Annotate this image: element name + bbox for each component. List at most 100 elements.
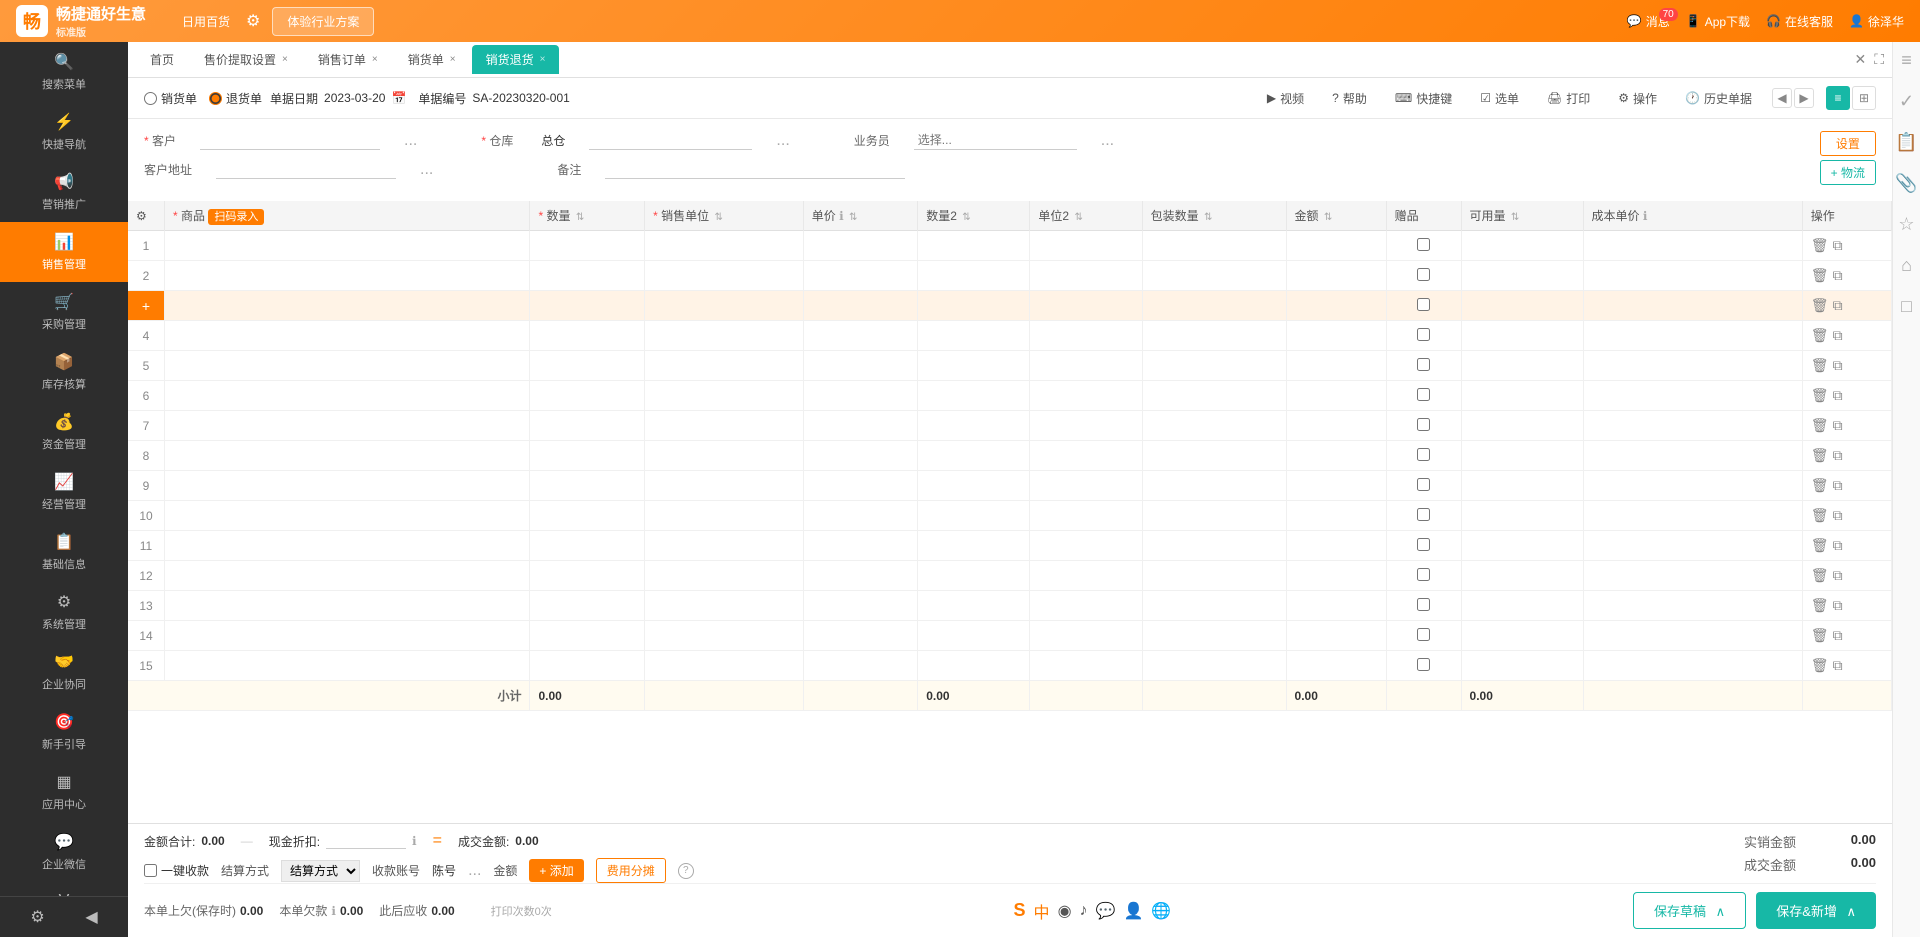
unit2-cell[interactable] xyxy=(1030,381,1142,411)
app-download-button[interactable]: 📱 App下载 xyxy=(1686,13,1750,30)
sales-unit-cell[interactable] xyxy=(645,531,804,561)
product-cell[interactable] xyxy=(165,441,530,471)
product-cell[interactable] xyxy=(165,351,530,381)
settings-bottom-icon[interactable]: ⚙ xyxy=(30,907,44,927)
sidebar-item-operations[interactable]: 📈 经营管理 xyxy=(0,462,128,522)
sidebar-item-purchase[interactable]: 🛒 采购管理 xyxy=(0,282,128,342)
unit2-cell[interactable] xyxy=(1030,351,1142,381)
pack-qty-cell[interactable] xyxy=(1142,291,1286,321)
copy-row-icon[interactable]: ⧉ xyxy=(1833,297,1843,314)
qty-cell[interactable] xyxy=(530,471,645,501)
calc-method-select[interactable]: 结算方式 xyxy=(281,860,360,882)
sales-unit-cell[interactable] xyxy=(645,291,804,321)
tab-close-price-settings[interactable]: × xyxy=(282,54,288,65)
gift-checkbox[interactable] xyxy=(1417,298,1430,311)
tab-sales-slip[interactable]: 销货单 × xyxy=(394,45,470,74)
right-icon-3[interactable]: 📋 xyxy=(1895,132,1917,153)
unit-price-cell[interactable] xyxy=(803,291,917,321)
qty-cell[interactable] xyxy=(530,561,645,591)
tab-close-sales-order[interactable]: × xyxy=(372,54,378,65)
one-click-pay[interactable]: 一键收款 xyxy=(144,862,209,879)
sales-unit-cell[interactable] xyxy=(645,261,804,291)
sales-unit-cell[interactable] xyxy=(645,471,804,501)
unit2-cell[interactable] xyxy=(1030,561,1142,591)
unit2-cell[interactable] xyxy=(1030,621,1142,651)
unit-price-cell[interactable] xyxy=(803,531,917,561)
salesperson-input[interactable] xyxy=(914,131,1077,150)
sidebar-item-system[interactable]: ⚙ 系统管理 xyxy=(0,582,128,642)
pack-qty-cell[interactable] xyxy=(1142,621,1286,651)
delete-row-icon[interactable]: 🗑 xyxy=(1811,357,1829,374)
unit-price-cell[interactable] xyxy=(803,261,917,291)
operation-btn[interactable]: ⚙ 操作 xyxy=(1610,87,1665,110)
th-settings[interactable]: ⚙ xyxy=(128,201,165,231)
scan-btn[interactable]: 扫码录入 xyxy=(208,209,264,225)
sidebar-item-basic[interactable]: 📋 基础信息 xyxy=(0,522,128,582)
amount-cell[interactable] xyxy=(1286,621,1386,651)
pack-qty-cell[interactable] xyxy=(1142,321,1286,351)
sort-qty-icon[interactable]: ⇅ xyxy=(576,212,584,223)
qty-cell[interactable] xyxy=(530,531,645,561)
available-cell[interactable] xyxy=(1461,471,1583,501)
sales-unit-cell[interactable] xyxy=(645,321,804,351)
unit2-cell[interactable] xyxy=(1030,501,1142,531)
cost-unit-cell[interactable] xyxy=(1583,291,1802,321)
customer-input[interactable] xyxy=(200,131,380,150)
sort-avail-icon[interactable]: ⇅ xyxy=(1511,212,1519,223)
tab-sales-return[interactable]: 销货退货 × xyxy=(472,45,560,74)
cost-unit-cell[interactable] xyxy=(1583,651,1802,681)
copy-row-icon[interactable]: ⧉ xyxy=(1833,657,1843,674)
product-cell[interactable] xyxy=(165,231,530,261)
gift-checkbox[interactable] xyxy=(1417,418,1430,431)
unit-price-cell[interactable] xyxy=(803,351,917,381)
right-icon-5[interactable]: ☆ xyxy=(1898,214,1914,235)
qty-cell[interactable] xyxy=(530,231,645,261)
cost-unit-cell[interactable] xyxy=(1583,561,1802,591)
sales-unit-cell[interactable] xyxy=(645,381,804,411)
qty2-cell[interactable] xyxy=(918,561,1030,591)
qty2-cell[interactable] xyxy=(918,291,1030,321)
qty-cell[interactable] xyxy=(530,501,645,531)
available-cell[interactable] xyxy=(1461,261,1583,291)
address-input[interactable] xyxy=(216,160,396,179)
tab-close-sales-slip[interactable]: × xyxy=(450,54,456,65)
gift-checkbox[interactable] xyxy=(1417,658,1430,671)
copy-row-icon[interactable]: ⧉ xyxy=(1833,387,1843,404)
qty-cell[interactable] xyxy=(530,381,645,411)
pack-qty-cell[interactable] xyxy=(1142,471,1286,501)
sales-unit-cell[interactable] xyxy=(645,501,804,531)
amount-cell[interactable] xyxy=(1286,291,1386,321)
sidebar-item-finance[interactable]: 💰 资金管理 xyxy=(0,402,128,462)
gift-checkbox[interactable] xyxy=(1417,478,1430,491)
available-cell[interactable] xyxy=(1461,411,1583,441)
product-cell[interactable] xyxy=(165,651,530,681)
qty-cell[interactable] xyxy=(530,261,645,291)
cost-unit-cell[interactable] xyxy=(1583,411,1802,441)
customer-dots[interactable]: ... xyxy=(404,132,417,150)
qty2-cell[interactable] xyxy=(918,441,1030,471)
nav-daily-goods[interactable]: 日用百货 xyxy=(174,9,238,34)
tab-home[interactable]: 首页 xyxy=(136,45,188,74)
amount-cell[interactable] xyxy=(1286,561,1386,591)
experience-button[interactable]: 体验行业方案 xyxy=(272,7,374,36)
list-view-btn[interactable]: ≡ xyxy=(1826,86,1850,110)
qty-cell[interactable] xyxy=(530,321,645,351)
delete-row-icon[interactable]: 🗑 xyxy=(1811,657,1829,674)
cost-unit-cell[interactable] xyxy=(1583,261,1802,291)
product-cell[interactable] xyxy=(165,291,530,321)
amount-cell[interactable] xyxy=(1286,501,1386,531)
logistics-btn[interactable]: + 物流 xyxy=(1820,160,1876,185)
unit-price-cell[interactable] xyxy=(803,651,917,681)
amount-cell[interactable] xyxy=(1286,411,1386,441)
sidebar-item-collab[interactable]: 🤝 企业协同 xyxy=(0,642,128,702)
history-btn[interactable]: 🕐 历史单据 xyxy=(1677,87,1760,110)
close-tab-icon[interactable]: ✕ xyxy=(1854,51,1866,68)
available-cell[interactable] xyxy=(1461,501,1583,531)
unit-price-cell[interactable] xyxy=(803,471,917,501)
available-cell[interactable] xyxy=(1461,381,1583,411)
amount-cell[interactable] xyxy=(1286,471,1386,501)
cost-unit-cell[interactable] xyxy=(1583,531,1802,561)
expand-icon[interactable]: ⛶ xyxy=(1874,51,1884,68)
sidebar-item-member[interactable]: V 畅会员 xyxy=(0,882,128,896)
unit2-cell[interactable] xyxy=(1030,321,1142,351)
